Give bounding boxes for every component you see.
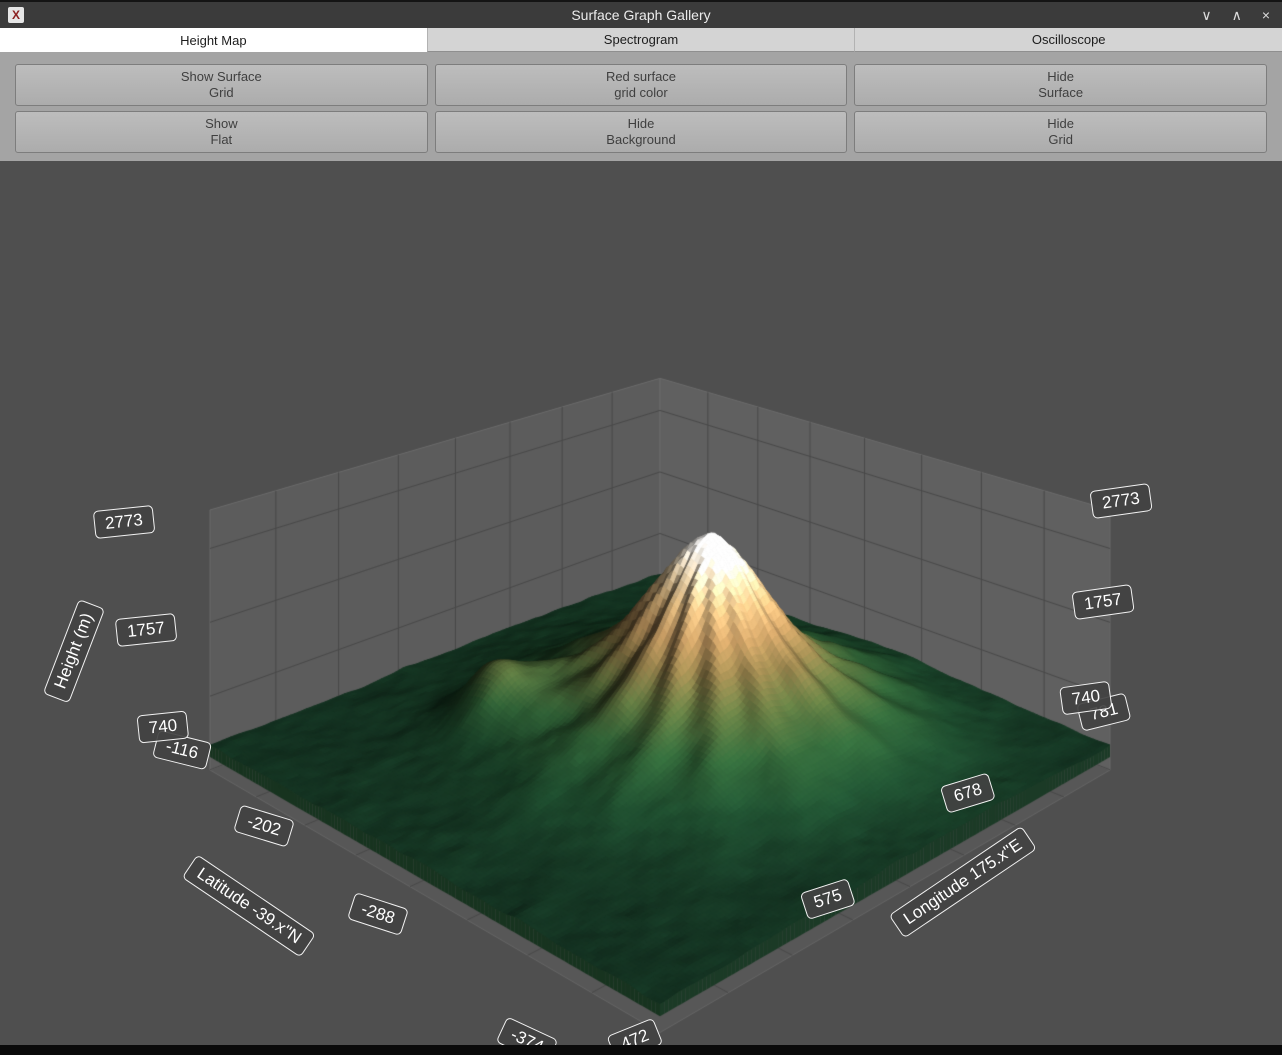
show-flat-button[interactable]: Show Flat bbox=[15, 111, 428, 153]
surface-grid-color-button[interactable]: Red surface grid color bbox=[435, 64, 848, 106]
tab-oscilloscope[interactable]: Oscilloscope bbox=[854, 28, 1282, 52]
control-panel: Show Surface Grid Red surface grid color… bbox=[0, 52, 1282, 161]
button-label-line: Show Surface bbox=[16, 69, 427, 85]
hide-background-button[interactable]: Hide Background bbox=[435, 111, 848, 153]
window-title: Surface Graph Gallery bbox=[0, 7, 1282, 23]
minimize-button[interactable]: ∨ bbox=[1201, 3, 1211, 27]
close-button[interactable]: × bbox=[1262, 3, 1270, 27]
app-window: X Surface Graph Gallery ∨ ∧ × Height Map… bbox=[0, 0, 1282, 1055]
maximize-button[interactable]: ∧ bbox=[1232, 3, 1242, 27]
tab-spectrogram[interactable]: Spectrogram bbox=[427, 28, 855, 52]
button-label-line: Flat bbox=[16, 132, 427, 148]
tab-height-map[interactable]: Height Map bbox=[0, 28, 427, 52]
titlebar: X Surface Graph Gallery ∨ ∧ × bbox=[0, 0, 1282, 28]
button-label-line: Grid bbox=[855, 132, 1266, 148]
button-label-line: Red surface bbox=[436, 69, 847, 85]
toggle-surface-grid-button[interactable]: Show Surface Grid bbox=[15, 64, 428, 106]
hide-grid-button[interactable]: Hide Grid bbox=[854, 111, 1267, 153]
height-axis-tick-label: 740 bbox=[136, 710, 189, 743]
button-label-line: Background bbox=[436, 132, 847, 148]
button-label-line: Show bbox=[16, 116, 427, 132]
window-controls: ∨ ∧ × bbox=[1201, 3, 1270, 27]
button-label-line: Hide bbox=[855, 69, 1266, 85]
tab-bar: Height Map Spectrogram Oscilloscope bbox=[0, 28, 1282, 52]
window-bottom-edge bbox=[0, 1045, 1282, 1055]
hide-surface-button[interactable]: Hide Surface bbox=[854, 64, 1267, 106]
surface-graph: 2773 1757 -116 740 Height (m) 2773 1757 … bbox=[0, 161, 1282, 1045]
button-label-line: grid color bbox=[436, 85, 847, 101]
button-label-line: Hide bbox=[436, 116, 847, 132]
button-label-line: Hide bbox=[855, 116, 1266, 132]
button-label-line: Grid bbox=[16, 85, 427, 101]
button-label-line: Surface bbox=[855, 85, 1266, 101]
